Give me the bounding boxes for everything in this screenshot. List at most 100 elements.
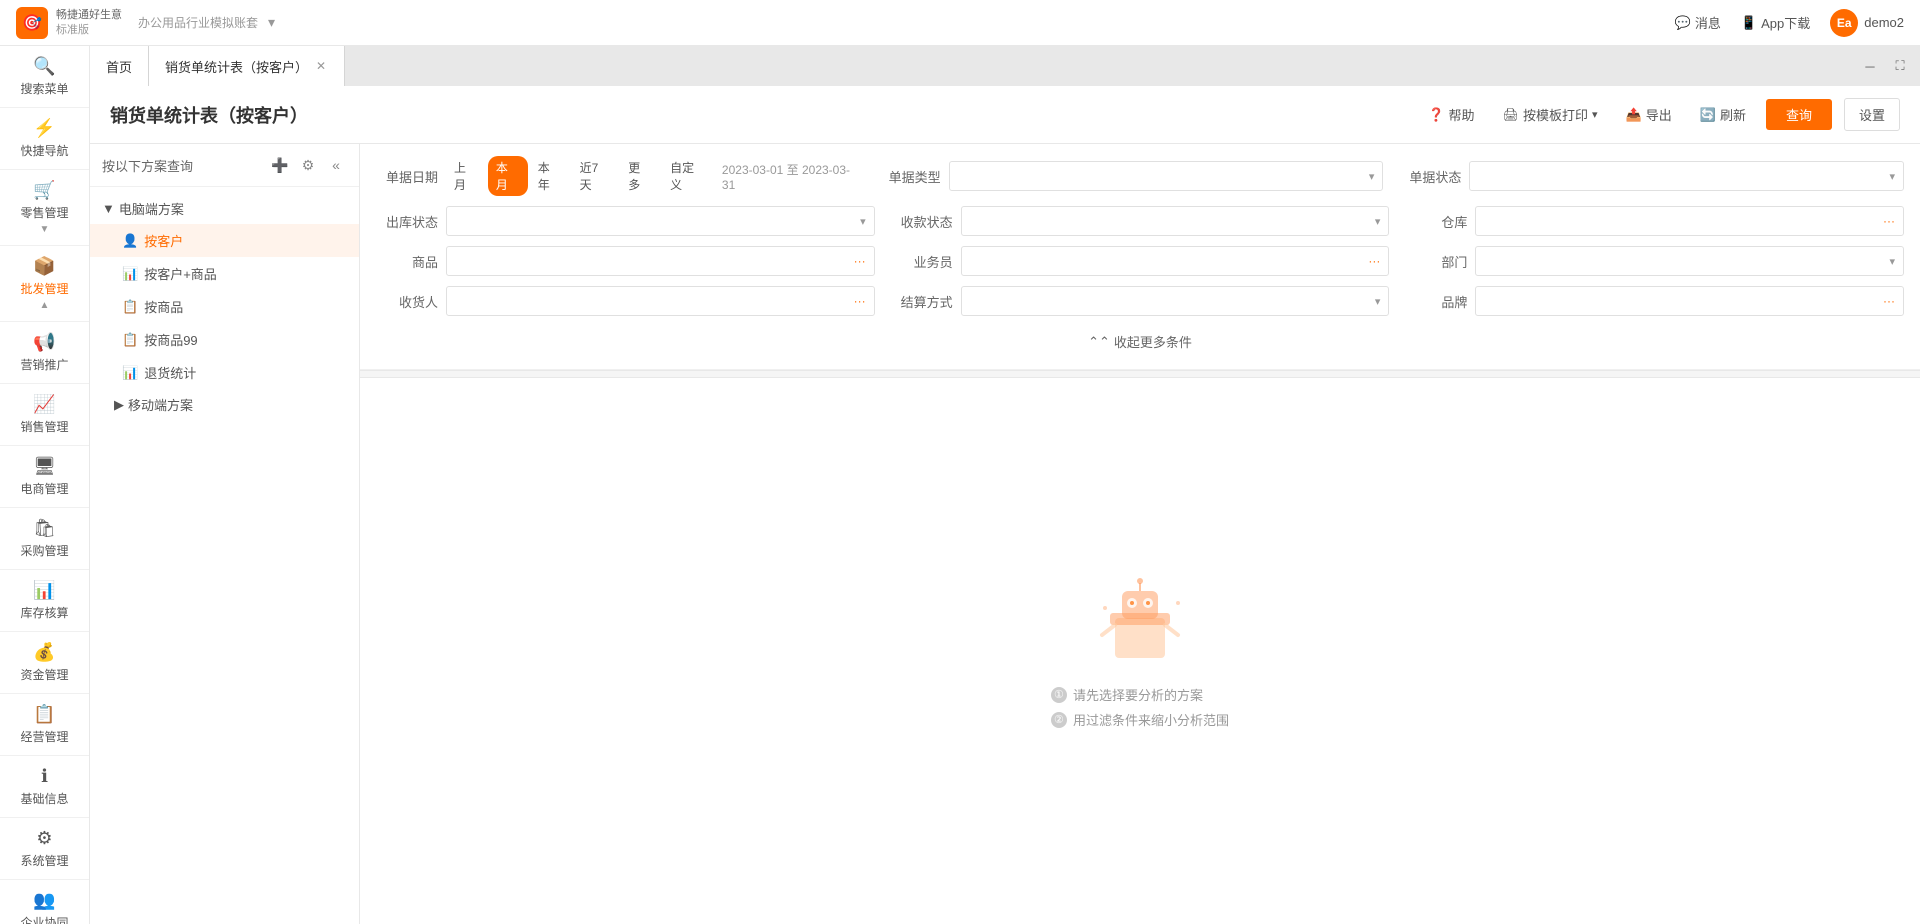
template-print-button[interactable]: 🖨 按模板打印 ▾: [1495, 101, 1606, 128]
basic-icon: ℹ: [41, 766, 48, 787]
filter-row-4: 收货人 ··· 结算方式 ▾ 品牌: [376, 286, 1904, 316]
customer-goods-label: 按客户+商品: [144, 264, 217, 283]
operations-icon: 📋: [33, 704, 55, 725]
sidebar-item-collab[interactable]: 👥 企业协同: [0, 880, 89, 924]
goods-label: 商品: [376, 252, 446, 271]
wholesale-arrow-icon: ▲: [40, 300, 50, 311]
sidebar-item-shortcut[interactable]: ⚡ 快捷导航: [0, 108, 89, 170]
main-body: 按以下方案查询 ➕ ⚙ « ▼ 电脑端方案 👤: [90, 144, 1920, 924]
sidebar-item-system[interactable]: ⚙ 系统管理: [0, 818, 89, 880]
filter-row-3: 商品 ··· 业务员 ··· 部门: [376, 246, 1904, 276]
hint-num-2: ②: [1051, 712, 1067, 728]
sidebar-item-inventory[interactable]: 📊 库存核算: [0, 570, 89, 632]
collapse-label: 收起更多条件: [1114, 332, 1192, 351]
left-panel-icons: ➕ ⚙ «: [269, 154, 347, 176]
date-tab-this-year[interactable]: 本年: [530, 156, 570, 196]
sidebar-item-marketing[interactable]: 📢 营销推广: [0, 322, 89, 384]
tree-item-goods-99[interactable]: 📋 按商品99: [90, 323, 359, 356]
tab-home[interactable]: 首页: [90, 46, 149, 86]
goods-more-icon: ···: [854, 254, 866, 268]
tab-minimize-button[interactable]: ─: [1858, 54, 1882, 78]
sidebar-label-basic: 基础信息: [20, 790, 68, 807]
tree-item-by-customer[interactable]: 👤 按客户: [90, 224, 359, 257]
page-content: 销货单统计表（按客户） ❓ 帮助 🖨 按模板打印 ▾ 📤 导出: [90, 86, 1920, 924]
date-tab-more[interactable]: 更多: [620, 156, 660, 196]
sidebar-item-finance[interactable]: 💰 资金管理: [0, 632, 89, 694]
salesperson-label: 业务员: [891, 252, 961, 271]
sidebar-item-sales[interactable]: 📈 销售管理: [0, 384, 89, 446]
settlement-label: 结算方式: [891, 292, 961, 311]
out-status-control[interactable]: ▾: [446, 206, 875, 236]
hint-1-text: 请先选择要分析的方案: [1073, 685, 1203, 704]
tab-active[interactable]: 销货单统计表（按客户） ✕: [149, 46, 345, 86]
user-profile[interactable]: Ea demo2: [1830, 9, 1904, 37]
sidebar-label-operations: 经营管理: [20, 728, 68, 745]
tree-expand-icon: ▼: [102, 201, 115, 216]
tree-item-returns[interactable]: 📊 退货统计: [90, 356, 359, 389]
tab-maximize-button[interactable]: ⛶: [1888, 54, 1912, 78]
tree-group-mobile[interactable]: ▶ 移动端方案: [90, 389, 359, 420]
by-customer-label: 按客户: [144, 231, 183, 250]
sidebar-label-wholesale: 批发管理: [20, 280, 68, 297]
sidebar: 🔍 搜索菜单 ⚡ 快捷导航 🛒 零售管理 ▼ 📦 批发管理 ▲ 📢 营销推广 📈…: [0, 46, 90, 924]
sidebar-label-retail: 零售管理: [20, 204, 68, 221]
tab-close-icon[interactable]: ✕: [314, 58, 328, 74]
empty-hints: ① 请先选择要分析的方案 ② 用过滤条件来缩小分析范围: [1051, 685, 1229, 729]
filter-area: 单据日期 上月 本月 本年 近7天 更多 自定义 2023-03-01 至 20…: [360, 144, 1920, 370]
receipt-status-control[interactable]: ▾: [961, 206, 1390, 236]
out-status-arrow-icon: ▾: [860, 215, 866, 228]
message-button[interactable]: 💬 消息: [1675, 13, 1721, 32]
warehouse-label: 仓库: [1405, 212, 1475, 231]
department-control[interactable]: ▾: [1475, 246, 1904, 276]
shortcut-icon: ⚡: [33, 118, 55, 139]
settlement-arrow-icon: ▾: [1375, 295, 1381, 308]
sidebar-item-ecommerce[interactable]: 🖥 电商管理: [0, 446, 89, 508]
hint-2-text: 用过滤条件来缩小分析范围: [1073, 710, 1229, 729]
sidebar-item-retail[interactable]: 🛒 零售管理 ▼: [0, 170, 89, 246]
tab-actions: ─ ⛶: [1850, 46, 1920, 86]
date-tab-custom[interactable]: 自定义: [662, 156, 714, 196]
scheme-collapse-button[interactable]: «: [325, 154, 347, 176]
app-download-button[interactable]: 📱 App下载: [1741, 13, 1810, 32]
settlement-control[interactable]: ▾: [961, 286, 1390, 316]
download-icon: 📱: [1741, 15, 1757, 31]
sidebar-label-ecommerce: 电商管理: [20, 480, 68, 497]
add-scheme-button[interactable]: ➕: [269, 154, 291, 176]
industry-dropdown-icon[interactable]: ▾: [268, 14, 275, 31]
top-header: 🎯 畅捷通好生意 标准版 办公用品行业模拟账套 ▾ 💬 消息 📱 App下载 E…: [0, 0, 1920, 46]
left-panel: 按以下方案查询 ➕ ⚙ « ▼ 电脑端方案 👤: [90, 144, 360, 924]
doc-status-control[interactable]: ▾: [1469, 161, 1904, 191]
doc-type-control[interactable]: ▾: [949, 161, 1384, 191]
tree-group-desktop[interactable]: ▼ 电脑端方案: [90, 193, 359, 224]
sidebar-item-purchase[interactable]: 🛍 采购管理: [0, 508, 89, 570]
tree-item-customer-goods[interactable]: 📊 按客户+商品: [90, 257, 359, 290]
date-tab-last-month[interactable]: 上月: [446, 156, 486, 196]
brand-control[interactable]: ···: [1475, 286, 1904, 316]
salesperson-control[interactable]: ···: [961, 246, 1390, 276]
collapse-button[interactable]: ⌃⌃ 收起更多条件: [1072, 326, 1208, 357]
help-button[interactable]: ❓ 帮助: [1420, 101, 1482, 128]
tree-item-by-goods[interactable]: 📋 按商品: [90, 290, 359, 323]
sidebar-item-operations[interactable]: 📋 经营管理: [0, 694, 89, 756]
export-button[interactable]: 📤 导出: [1618, 101, 1680, 128]
consignee-control[interactable]: ···: [446, 286, 875, 316]
query-button[interactable]: 查询: [1766, 99, 1832, 130]
ecommerce-icon: 🖥: [33, 456, 56, 477]
sidebar-item-basic[interactable]: ℹ 基础信息: [0, 756, 89, 818]
brand-more-icon: ···: [1883, 294, 1895, 308]
collapse-up-icon: ⌃⌃: [1088, 334, 1110, 350]
returns-icon: 📊: [122, 365, 138, 381]
refresh-button[interactable]: 🔄 刷新: [1692, 101, 1754, 128]
date-tab-this-month[interactable]: 本月: [488, 156, 528, 196]
date-tab-7days[interactable]: 近7天: [572, 156, 619, 196]
sidebar-item-search[interactable]: 🔍 搜索菜单: [0, 46, 89, 108]
sidebar-item-wholesale[interactable]: 📦 批发管理 ▲: [0, 246, 89, 322]
date-label: 单据日期: [376, 167, 446, 186]
warehouse-control[interactable]: ···: [1475, 206, 1904, 236]
goods-control[interactable]: ···: [446, 246, 875, 276]
marketing-icon: 📢: [33, 332, 55, 353]
settings-button[interactable]: 设置: [1844, 98, 1900, 131]
hint-1: ① 请先选择要分析的方案: [1051, 685, 1229, 704]
doc-status-label: 单据状态: [1399, 167, 1469, 186]
scheme-settings-button[interactable]: ⚙: [297, 154, 319, 176]
